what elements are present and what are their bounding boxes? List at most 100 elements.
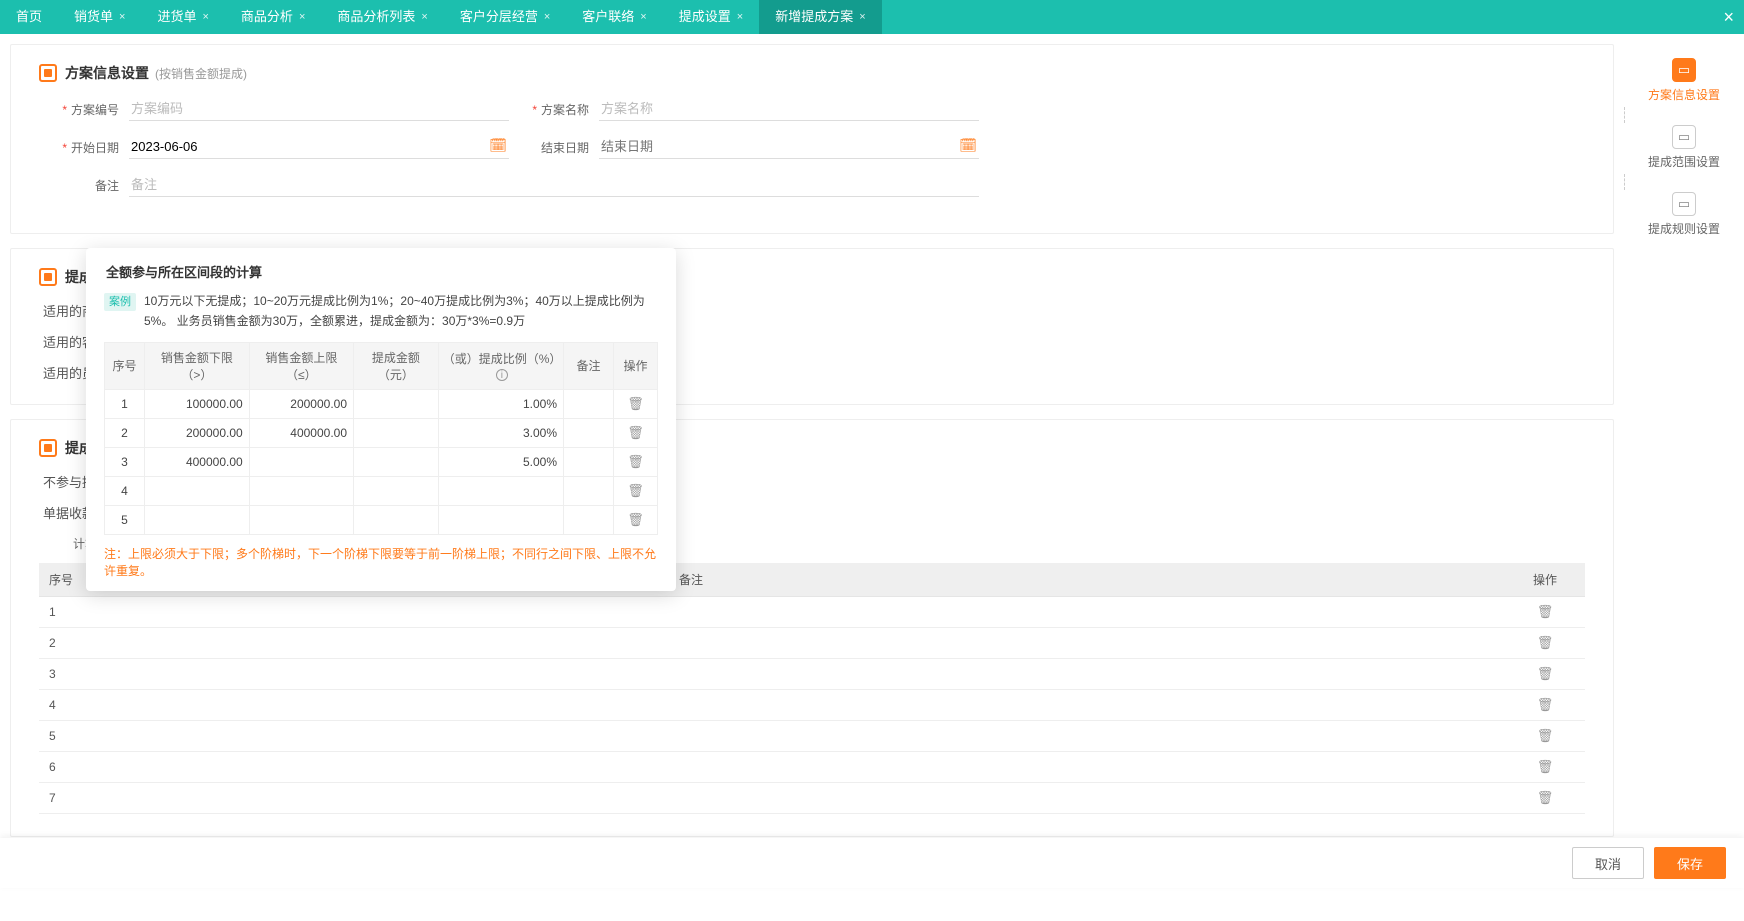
trash-icon[interactable]: 🗑 [1537,728,1554,743]
cell-amount[interactable] [354,505,439,534]
cell-remark[interactable] [564,389,614,418]
trash-icon[interactable]: 🗑 [627,483,644,498]
cell-amount[interactable] [399,690,529,721]
cell-ratio[interactable] [529,783,669,814]
tab-进货单[interactable]: 进货单× [141,0,224,34]
cell-amount[interactable] [399,628,529,659]
cell-remark[interactable] [669,783,1505,814]
tab-销货单[interactable]: 销货单× [58,0,141,34]
cell-upper[interactable] [249,783,399,814]
cell-upper[interactable]: 200000.00 [249,389,353,418]
cell-amount[interactable] [354,389,439,418]
cell-lower[interactable] [99,659,249,690]
save-button[interactable]: 保存 [1654,847,1726,879]
trash-icon[interactable]: 🗑 [627,425,644,440]
cell-ratio[interactable] [438,476,563,505]
tab-客户分层经营[interactable]: 客户分层经营× [444,0,566,34]
cell-ratio[interactable] [438,505,563,534]
cell-remark[interactable] [564,476,614,505]
cell-ratio[interactable] [529,659,669,690]
cell-remark[interactable] [564,505,614,534]
tab-客户联络[interactable]: 客户联络× [566,0,662,34]
cell-upper[interactable] [249,659,399,690]
cell-lower[interactable] [145,505,250,534]
cell-ratio[interactable] [529,628,669,659]
cell-lower[interactable]: 100000.00 [145,389,250,418]
tab-商品分析列表[interactable]: 商品分析列表× [321,0,443,34]
trash-icon[interactable]: 🗑 [627,396,644,411]
cell-remark[interactable] [669,659,1505,690]
cell-upper[interactable] [249,447,353,476]
cell-ratio[interactable] [529,721,669,752]
cell-lower[interactable] [99,721,249,752]
cell-upper[interactable] [249,721,399,752]
cell-lower[interactable] [99,690,249,721]
trash-icon[interactable]: 🗑 [1537,604,1554,619]
anchor-提成范围设置[interactable]: ▭提成范围设置 [1624,125,1744,170]
tab-close-icon[interactable]: × [640,0,646,34]
cell-upper[interactable] [249,597,399,628]
tab-close-icon[interactable]: × [202,0,208,34]
cell-upper[interactable] [249,690,399,721]
cell-amount[interactable] [399,752,529,783]
cell-amount[interactable] [399,597,529,628]
cell-lower[interactable] [99,628,249,659]
trash-icon[interactable]: 🗑 [627,454,644,469]
tab-close-icon[interactable]: × [421,0,427,34]
cell-remark[interactable] [669,690,1505,721]
tab-提成设置[interactable]: 提成设置× [663,0,759,34]
info-icon[interactable]: i [496,369,508,381]
cell-ratio[interactable]: 3.00% [438,418,563,447]
cell-remark[interactable] [669,721,1505,752]
trash-icon[interactable]: 🗑 [1537,790,1554,805]
cancel-button[interactable]: 取消 [1572,847,1644,879]
tab-close-icon[interactable]: × [859,0,865,34]
cell-lower[interactable]: 200000.00 [145,418,250,447]
cell-upper[interactable] [249,505,353,534]
input-start-date[interactable] [129,135,509,158]
anchor-提成规则设置[interactable]: ▭提成规则设置 [1624,192,1744,237]
input-end-date[interactable] [599,135,979,158]
cell-ratio[interactable]: 1.00% [438,389,563,418]
tabbar-close-icon[interactable]: × [1723,7,1734,28]
cell-amount[interactable] [399,659,529,690]
cell-upper[interactable]: 400000.00 [249,418,353,447]
anchor-方案信息设置[interactable]: ▭方案信息设置 [1624,58,1744,103]
cell-amount[interactable] [354,476,439,505]
cell-lower[interactable] [145,476,250,505]
calendar-icon[interactable]: 🗓 [489,137,507,154]
cell-upper[interactable] [249,752,399,783]
input-plan-name[interactable] [599,97,979,121]
cell-ratio[interactable]: 5.00% [438,447,563,476]
tab-首页[interactable]: 首页 [0,0,58,34]
cell-remark[interactable] [564,447,614,476]
cell-remark[interactable] [669,752,1505,783]
trash-icon[interactable]: 🗑 [1537,666,1554,681]
input-remark[interactable] [129,173,979,197]
calendar-icon[interactable]: 🗓 [959,137,977,154]
cell-ratio[interactable] [529,597,669,628]
tab-close-icon[interactable]: × [119,0,125,34]
trash-icon[interactable]: 🗑 [627,512,644,527]
cell-upper[interactable] [249,476,353,505]
tab-close-icon[interactable]: × [299,0,305,34]
cell-upper[interactable] [249,628,399,659]
tab-close-icon[interactable]: × [737,0,743,34]
cell-ratio[interactable] [529,752,669,783]
cell-amount[interactable] [354,418,439,447]
cell-lower[interactable] [99,752,249,783]
cell-lower[interactable]: 400000.00 [145,447,250,476]
input-plan-code[interactable] [129,97,509,121]
trash-icon[interactable]: 🗑 [1537,697,1554,712]
cell-amount[interactable] [399,721,529,752]
tab-商品分析[interactable]: 商品分析× [225,0,321,34]
cell-amount[interactable] [354,447,439,476]
cell-ratio[interactable] [529,690,669,721]
cell-remark[interactable] [669,628,1505,659]
trash-icon[interactable]: 🗑 [1537,635,1554,650]
cell-amount[interactable] [399,783,529,814]
cell-remark[interactable] [669,597,1505,628]
tab-新增提成方案[interactable]: 新增提成方案× [759,0,881,34]
cell-lower[interactable] [99,597,249,628]
tab-close-icon[interactable]: × [544,0,550,34]
